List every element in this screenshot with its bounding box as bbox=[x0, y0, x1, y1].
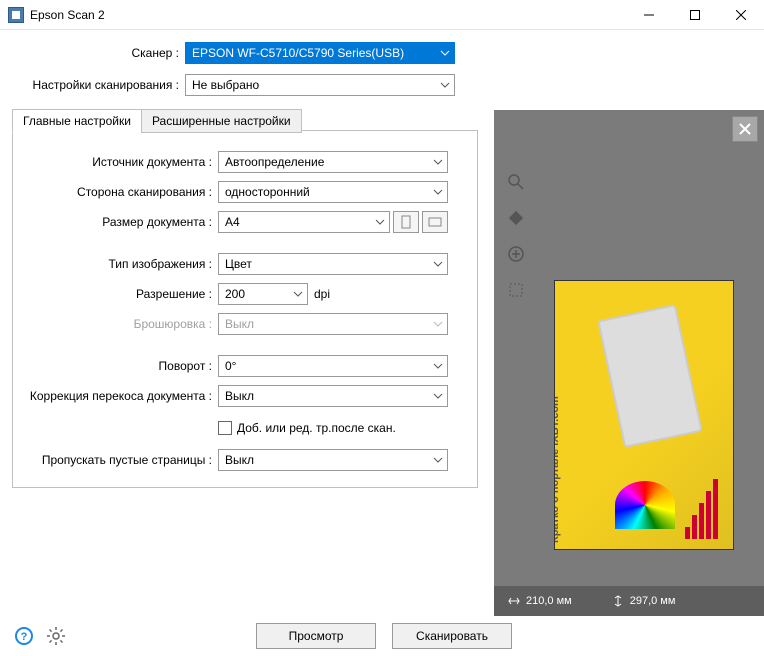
height-icon bbox=[612, 595, 624, 607]
preview-panel: Кратко о портале iXBT.com 210,0 мм 297,0… bbox=[494, 110, 764, 616]
tab-advanced-settings[interactable]: Расширенные настройки bbox=[141, 109, 302, 133]
preview-headline: Кратко о портале iXBT.com bbox=[555, 396, 561, 543]
tabs-container: Главные настройки Расширенные настройки … bbox=[12, 130, 478, 488]
preview-bars-graphic bbox=[685, 479, 725, 539]
status-height: 297,0 мм bbox=[612, 595, 676, 607]
preview-tools bbox=[504, 170, 528, 302]
orientation-landscape-button[interactable] bbox=[422, 211, 448, 233]
skip-blank-select[interactable]: Выкл bbox=[218, 449, 448, 471]
preview-image[interactable]: Кратко о портале iXBT.com bbox=[554, 280, 734, 550]
scanner-value: EPSON WF-C5710/C5790 Series(USB) bbox=[192, 46, 404, 60]
rotate-icon[interactable] bbox=[504, 206, 528, 230]
resolution-unit: dpi bbox=[314, 287, 330, 301]
chevron-down-icon bbox=[433, 393, 443, 399]
settings-panel: Главные настройки Расширенные настройки … bbox=[0, 110, 490, 616]
image-type-label: Тип изображения : bbox=[23, 257, 218, 271]
titlebar: Epson Scan 2 bbox=[0, 0, 764, 30]
side-label: Сторона сканирования : bbox=[23, 185, 218, 199]
preview-button[interactable]: Просмотр bbox=[256, 623, 376, 649]
tab-content: Источник документа : Автоопределение Сто… bbox=[13, 130, 477, 487]
preview-status-bar: 210,0 мм 297,0 мм bbox=[494, 586, 764, 616]
scan-button[interactable]: Сканировать bbox=[392, 623, 512, 649]
binding-select: Выкл bbox=[218, 313, 448, 335]
window-title: Epson Scan 2 bbox=[30, 8, 626, 22]
tab-strip: Главные настройки Расширенные настройки bbox=[12, 109, 301, 133]
scanner-label: Сканер : bbox=[0, 46, 185, 60]
chevron-down-icon bbox=[433, 159, 443, 165]
scan-settings-label: Настройки сканирования : bbox=[0, 78, 185, 92]
scan-settings-value: Не выбрано bbox=[192, 78, 259, 92]
width-icon bbox=[508, 595, 520, 607]
size-label: Размер документа : bbox=[23, 215, 218, 229]
scanner-select[interactable]: EPSON WF-C5710/C5790 Series(USB) bbox=[185, 42, 455, 64]
side-select[interactable]: односторонний bbox=[218, 181, 448, 203]
size-select[interactable]: A4 bbox=[218, 211, 390, 233]
deskew-select[interactable]: Выкл bbox=[218, 385, 448, 407]
chevron-down-icon bbox=[440, 50, 450, 56]
svg-text:?: ? bbox=[21, 631, 28, 643]
resolution-select[interactable]: 200 bbox=[218, 283, 308, 305]
preview-phone-graphic bbox=[597, 304, 702, 448]
rotate-select[interactable]: 0° bbox=[218, 355, 448, 377]
app-icon bbox=[8, 7, 24, 23]
preview-thumbnail: Кратко о портале iXBT.com bbox=[555, 281, 733, 549]
chevron-down-icon bbox=[433, 363, 443, 369]
marquee-icon[interactable] bbox=[504, 278, 528, 302]
scan-settings-select[interactable]: Не выбрано bbox=[185, 74, 455, 96]
preview-colorwheel-graphic bbox=[615, 481, 675, 529]
skip-blank-label: Пропускать пустые страницы : bbox=[23, 453, 218, 467]
chevron-down-icon bbox=[433, 261, 443, 267]
settings-button[interactable] bbox=[44, 624, 68, 648]
chevron-down-icon bbox=[440, 82, 450, 88]
status-width: 210,0 мм bbox=[508, 595, 572, 607]
add-marquee-icon[interactable] bbox=[504, 242, 528, 266]
main-area: Главные настройки Расширенные настройки … bbox=[0, 110, 764, 616]
source-select[interactable]: Автоопределение bbox=[218, 151, 448, 173]
zoom-icon[interactable] bbox=[504, 170, 528, 194]
top-area: Сканер : EPSON WF-C5710/C5790 Series(USB… bbox=[0, 30, 764, 110]
help-button[interactable]: ? bbox=[12, 624, 36, 648]
add-edit-after-scan-label: Доб. или ред. тр.после скан. bbox=[237, 421, 396, 435]
deskew-label: Коррекция перекоса документа : bbox=[23, 389, 218, 403]
tab-main-settings[interactable]: Главные настройки bbox=[12, 109, 142, 133]
chevron-down-icon bbox=[293, 291, 303, 297]
resolution-label: Разрешение : bbox=[23, 287, 218, 301]
minimize-button[interactable] bbox=[626, 0, 672, 30]
close-button[interactable] bbox=[718, 0, 764, 30]
orientation-portrait-button[interactable] bbox=[393, 211, 419, 233]
bottom-bar: ? Просмотр Сканировать bbox=[0, 616, 764, 656]
maximize-button[interactable] bbox=[672, 0, 718, 30]
chevron-down-icon bbox=[375, 219, 385, 225]
source-label: Источник документа : bbox=[23, 155, 218, 169]
add-edit-after-scan-checkbox[interactable] bbox=[218, 421, 232, 435]
chevron-down-icon bbox=[433, 189, 443, 195]
rotate-label: Поворот : bbox=[23, 359, 218, 373]
image-type-select[interactable]: Цвет bbox=[218, 253, 448, 275]
chevron-down-icon bbox=[433, 457, 443, 463]
close-preview-button[interactable] bbox=[732, 116, 758, 142]
chevron-down-icon bbox=[433, 321, 443, 327]
binding-label: Брошюровка : bbox=[23, 317, 218, 331]
